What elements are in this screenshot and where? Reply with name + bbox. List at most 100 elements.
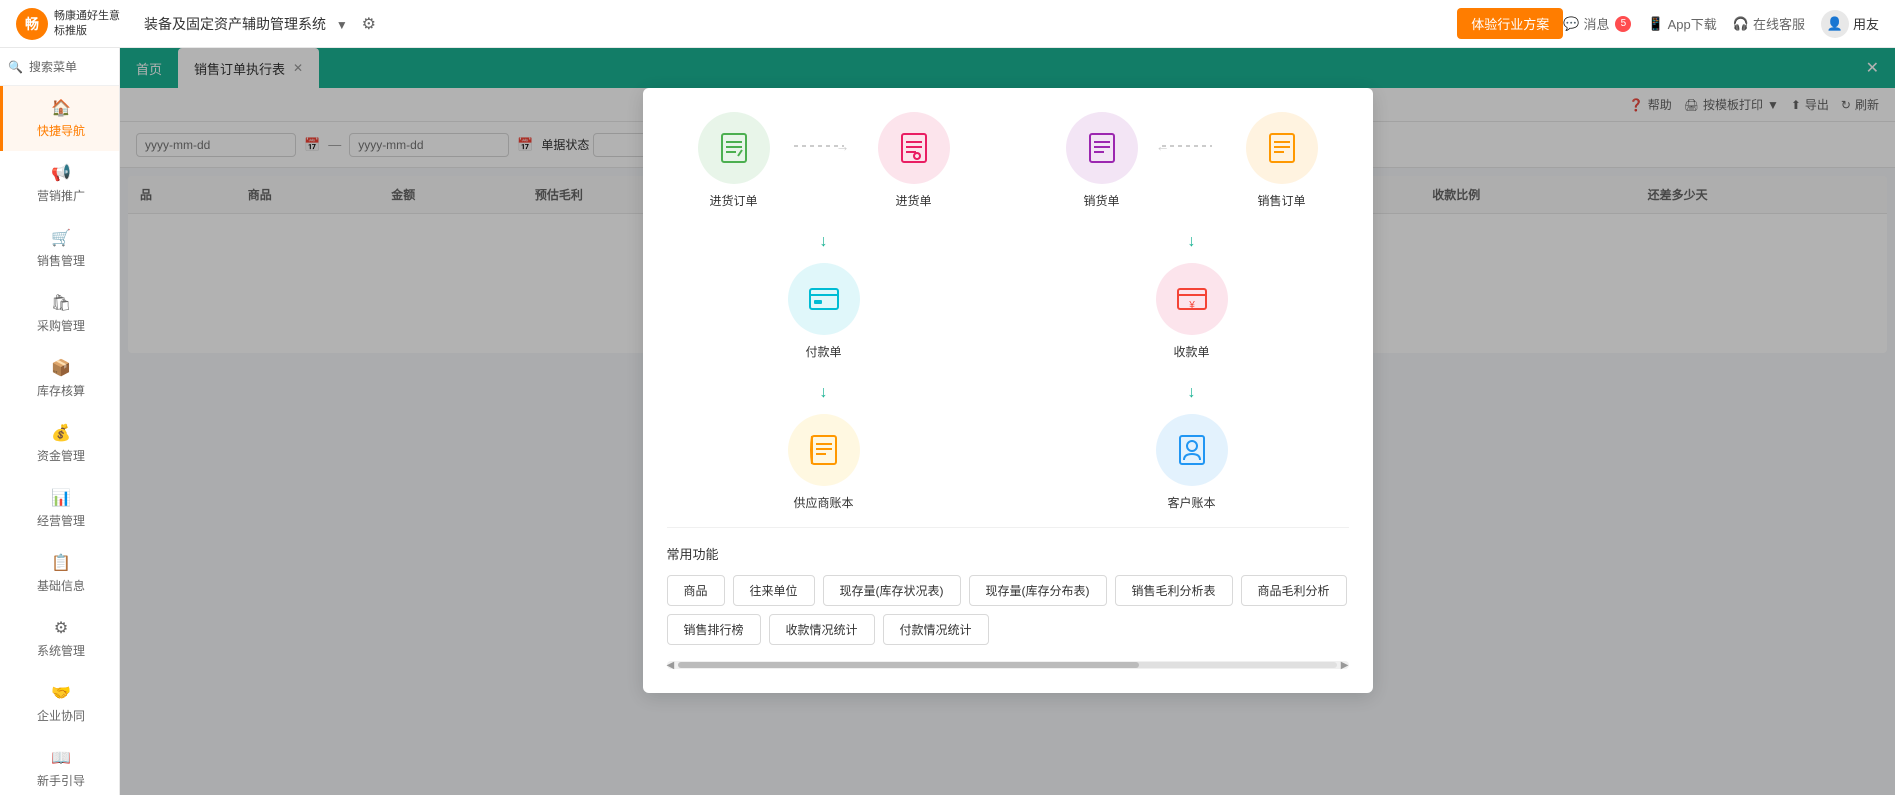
app-download-btn[interactable]: 📱 App下载	[1647, 14, 1716, 33]
payment-label: 付款单	[805, 343, 841, 360]
customer-ledger-label: 客户账本	[1167, 494, 1215, 511]
arrow-purchase-right: →	[794, 145, 854, 147]
flow-node-sales-order[interactable]: 销售订单	[1222, 112, 1342, 209]
flow-node-purchase-bill[interactable]: 进货单	[854, 112, 974, 209]
marketing-icon: 📢	[51, 163, 71, 183]
inventory-icon: 📦	[51, 358, 71, 378]
basic-info-icon: 📋	[51, 553, 71, 573]
header-right: 💬 消息 5 📱 App下载 🎧 在线客服 👤 用友	[1563, 10, 1879, 38]
arrow-down-payment: ↓	[820, 233, 828, 251]
settings-icon[interactable]: ⚙	[362, 16, 376, 33]
sidebar-item-finance[interactable]: 💰 资金管理	[0, 411, 119, 476]
flow-node-sales-bill[interactable]: 销货单	[1042, 112, 1162, 209]
sidebar-item-basic-info[interactable]: 📋 基础信息	[0, 541, 119, 606]
supplier-ledger-label: 供应商账本	[793, 494, 853, 511]
collab-icon: 🤝	[51, 683, 71, 703]
sidebar-item-quick-nav[interactable]: 🏠 快捷导航	[0, 86, 119, 151]
user-area[interactable]: 👤 用友	[1821, 10, 1879, 38]
func-btn-goods-profit[interactable]: 商品毛利分析	[1241, 575, 1347, 606]
scroll-left-arrow[interactable]: ◀	[667, 660, 675, 671]
sidebar-item-system[interactable]: ⚙ 系统管理	[0, 606, 119, 671]
purchase-bill-label: 进货单	[895, 192, 931, 209]
flow-node-payment[interactable]: ↓ 付款单	[764, 233, 884, 360]
system-title: 装备及固定资产辅助管理系统 ▼ ⚙	[144, 14, 1457, 34]
system-icon: ⚙	[54, 618, 68, 638]
message-btn[interactable]: 💬 消息 5	[1563, 14, 1631, 33]
supplier-ledger-circle[interactable]	[788, 414, 860, 486]
func-btn-receipt-stats[interactable]: 收款情况统计	[769, 614, 875, 645]
operations-icon: 📊	[51, 488, 71, 508]
newbie-icon: 📖	[51, 748, 71, 768]
online-service-btn[interactable]: 🎧 在线客服	[1733, 14, 1805, 33]
sidebar-item-collab[interactable]: 🤝 企业协同	[0, 671, 119, 736]
try-btn[interactable]: 体验行业方案	[1457, 8, 1563, 39]
flow-row-2: ↓ 付款单 ↓ ¥ 收款单	[667, 233, 1349, 360]
message-icon: 💬	[1563, 16, 1579, 32]
flow-group-left: 进货订单 → 进货单	[674, 112, 974, 209]
user-name: 用友	[1853, 14, 1879, 33]
sidebar-item-newbie[interactable]: 📖 新手引导	[0, 736, 119, 795]
modal-box: 进货订单 → 进货单	[643, 88, 1373, 693]
common-functions: 常用功能 商品 往来单位 现存量(库存状况表) 现存量(库存分布表) 销售毛利分…	[667, 527, 1349, 645]
sales-order-circle[interactable]	[1246, 112, 1318, 184]
sidebar-item-marketing[interactable]: 📢 营销推广	[0, 151, 119, 216]
customer-ledger-circle[interactable]	[1156, 414, 1228, 486]
arrow-sales-left: ←	[1162, 145, 1222, 147]
sidebar-item-sales[interactable]: 🛒 销售管理	[0, 216, 119, 281]
flow-row-3: ↓ 供应商账本 ↓ 客户账本	[667, 384, 1349, 511]
flow-group-receipt: ↓ ¥ 收款单	[1042, 233, 1342, 360]
svg-text:¥: ¥	[1188, 300, 1195, 311]
receipt-label: 收款单	[1173, 343, 1209, 360]
flow-node-purchase-order[interactable]: 进货订单	[674, 112, 794, 209]
common-functions-title: 常用功能	[667, 544, 1349, 563]
search-menu[interactable]: 🔍 搜索菜单	[0, 48, 119, 86]
purchase-order-circle[interactable]	[698, 112, 770, 184]
purchase-icon: 🛍	[51, 293, 71, 313]
logo-text: 畅康通好生意 标推版	[54, 9, 120, 38]
sidebar-item-purchase[interactable]: 🛍 采购管理	[0, 281, 119, 346]
arrow-down-supplier: ↓	[820, 384, 828, 402]
scroll-track	[678, 662, 1337, 668]
func-buttons-row2: 销售排行榜 收款情况统计 付款情况统计	[667, 614, 1349, 645]
sales-bill-circle[interactable]	[1066, 112, 1138, 184]
flow-group-customer: ↓ 客户账本	[1042, 384, 1342, 511]
sidebar: 🔍 搜索菜单 🏠 快捷导航 📢 营销推广 🛒 销售管理 🛍 采购管理 📦 库存核…	[0, 48, 120, 795]
sidebar-item-operations[interactable]: 📊 经营管理	[0, 476, 119, 541]
func-btn-sales-profit[interactable]: 销售毛利分析表	[1115, 575, 1233, 606]
func-btn-payment-stats[interactable]: 付款情况统计	[883, 614, 989, 645]
purchase-bill-circle[interactable]	[878, 112, 950, 184]
modal-overlay[interactable]: 进货订单 → 进货单	[120, 48, 1895, 795]
purchase-order-label: 进货订单	[709, 192, 757, 209]
search-icon: 🔍	[8, 60, 23, 74]
message-badge: 5	[1615, 16, 1631, 32]
func-btn-trading[interactable]: 往来单位	[733, 575, 815, 606]
top-header: 畅 畅康通好生意 标推版 装备及固定资产辅助管理系统 ▼ ⚙ 体验行业方案 💬 …	[0, 0, 1895, 48]
func-btn-stock-status[interactable]: 现存量(库存状况表)	[823, 575, 961, 606]
flow-row-1: 进货订单 → 进货单	[667, 112, 1349, 209]
finance-icon: 💰	[51, 423, 71, 443]
avatar: 👤	[1821, 10, 1849, 38]
receipt-circle[interactable]: ¥	[1156, 263, 1228, 335]
logo-icon: 畅	[16, 8, 48, 40]
flow-node-supplier-ledger[interactable]: ↓ 供应商账本	[764, 384, 884, 511]
func-buttons: 商品 往来单位 现存量(库存状况表) 现存量(库存分布表) 销售毛利分析表 商品…	[667, 575, 1349, 606]
func-btn-sales-rank[interactable]: 销售排行榜	[667, 614, 761, 645]
scroll-right-arrow[interactable]: ▶	[1341, 660, 1349, 671]
arrow-down-customer: ↓	[1188, 384, 1196, 402]
flow-group-right: 销货单 ← 销售订单	[1042, 112, 1342, 209]
sales-icon: 🛒	[51, 228, 71, 248]
modal-scrollbar[interactable]: ◀ ▶	[667, 661, 1349, 669]
payment-circle[interactable]	[788, 263, 860, 335]
dropdown-arrow-icon[interactable]: ▼	[336, 18, 348, 32]
flow-group-payment: ↓ 付款单	[674, 233, 974, 360]
flow-node-customer-ledger[interactable]: ↓ 客户账本	[1132, 384, 1252, 511]
headset-icon: 🎧	[1733, 16, 1749, 32]
sidebar-item-inventory[interactable]: 📦 库存核算	[0, 346, 119, 411]
func-btn-goods[interactable]: 商品	[667, 575, 725, 606]
scroll-thumb[interactable]	[678, 662, 1139, 668]
func-btn-stock-dist[interactable]: 现存量(库存分布表)	[969, 575, 1107, 606]
arrow-down-receipt: ↓	[1188, 233, 1196, 251]
logo-area: 畅 畅康通好生意 标推版	[16, 8, 136, 40]
flow-node-receipt[interactable]: ↓ ¥ 收款单	[1132, 233, 1252, 360]
phone-icon: 📱	[1647, 16, 1663, 32]
